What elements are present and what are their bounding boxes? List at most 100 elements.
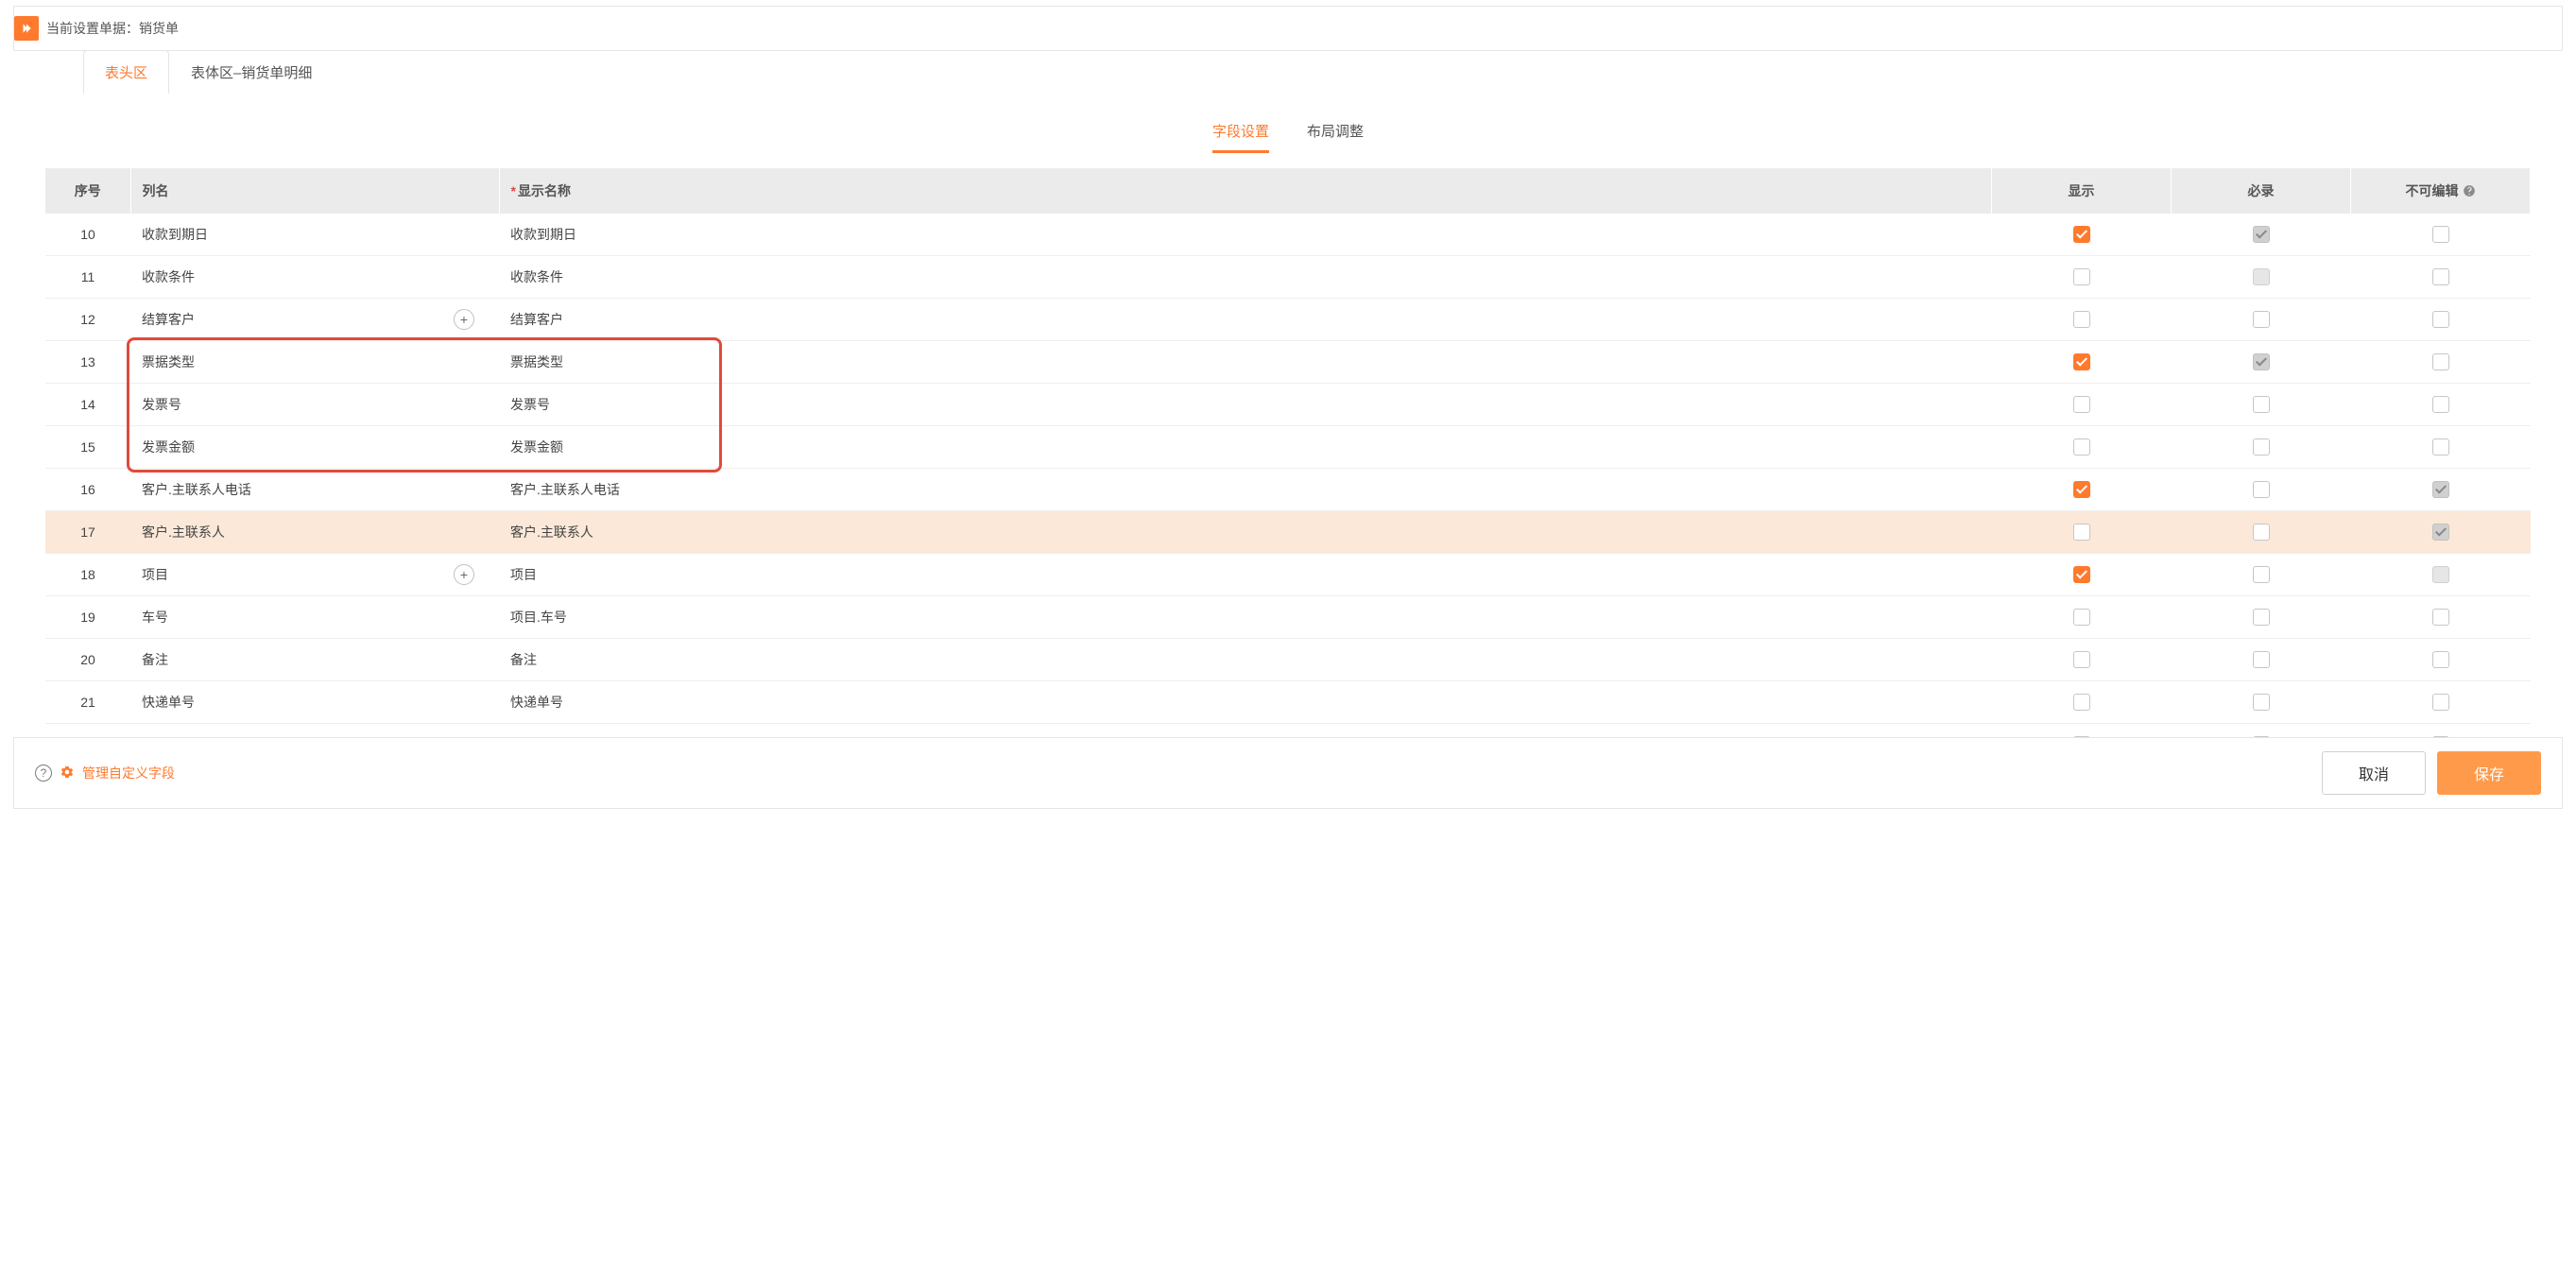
checkbox-show[interactable] xyxy=(2073,396,2090,413)
cell-seq: 16 xyxy=(45,469,130,511)
cell-display[interactable]: 发票金额 xyxy=(499,426,1992,469)
checkbox-required xyxy=(2253,226,2270,243)
checkbox-required[interactable] xyxy=(2253,438,2270,456)
cell-display[interactable]: 收款条件 xyxy=(499,256,1992,299)
cell-name: 收款条件 xyxy=(130,256,499,299)
footer-bar: ? 管理自定义字段 取消 保存 xyxy=(13,737,2563,809)
checkbox-show[interactable] xyxy=(2073,438,2090,456)
checkbox-show[interactable] xyxy=(2073,353,2090,370)
checkbox-required[interactable] xyxy=(2253,651,2270,668)
tab-body-area[interactable]: 表体区–销货单明细 xyxy=(169,50,334,94)
expand-button[interactable] xyxy=(14,16,39,41)
checkbox-show[interactable] xyxy=(2073,609,2090,626)
cell-display[interactable]: 结算客户 xyxy=(499,299,1992,341)
checkbox-show[interactable] xyxy=(2073,268,2090,285)
cell-display[interactable]: 项目 xyxy=(499,554,1992,596)
checkbox-required[interactable] xyxy=(2253,524,2270,541)
table-row[interactable]: 10收款到期日收款到期日 xyxy=(45,214,2531,256)
table-row[interactable]: 20备注备注 xyxy=(45,639,2531,681)
cell-display[interactable]: 收款到期日 xyxy=(499,214,1992,256)
checkbox-show[interactable] xyxy=(2073,311,2090,328)
cell-name: 结算客户+ xyxy=(130,299,499,341)
plus-icon[interactable]: + xyxy=(454,564,474,585)
cell-display[interactable]: 发票号 xyxy=(499,384,1992,426)
cell-name: 快递单号 xyxy=(130,681,499,724)
help-icon xyxy=(2463,184,2476,198)
checkbox-readonly[interactable] xyxy=(2432,694,2449,711)
checkbox-readonly[interactable] xyxy=(2432,226,2449,243)
cell-display[interactable]: 客户.主联系人 xyxy=(499,511,1992,554)
checkbox-readonly[interactable] xyxy=(2432,311,2449,328)
cell-seq: 15 xyxy=(45,426,130,469)
table-header-row: 序号 列名 *显示名称 显示 必录 不可编辑 xyxy=(45,168,2531,214)
checkbox-required[interactable] xyxy=(2253,481,2270,498)
checkbox-required[interactable] xyxy=(2253,609,2270,626)
checkbox-readonly[interactable] xyxy=(2432,268,2449,285)
checkbox-required[interactable] xyxy=(2253,396,2270,413)
cell-display[interactable]: 快递单号 xyxy=(499,681,1992,724)
save-button[interactable]: 保存 xyxy=(2437,751,2541,795)
cell-name: 客户.主联系人 xyxy=(130,511,499,554)
checkbox-show[interactable] xyxy=(2073,651,2090,668)
checkbox-show[interactable] xyxy=(2073,226,2090,243)
checkbox-show[interactable] xyxy=(2073,481,2090,498)
doc-title-bar: 当前设置单据：销货单 xyxy=(13,6,2563,51)
table-row[interactable]: 15发票金额发票金额 xyxy=(45,426,2531,469)
cell-display[interactable]: 备注 xyxy=(499,639,1992,681)
cell-name: 备注 xyxy=(130,639,499,681)
gear-icon xyxy=(60,765,75,782)
table-row[interactable]: 19车号项目.车号 xyxy=(45,596,2531,639)
checkbox-required xyxy=(2253,268,2270,285)
sub-tabs: 字段设置 布局调整 xyxy=(0,121,2576,153)
checkbox-readonly[interactable] xyxy=(2432,353,2449,370)
doc-label: 当前设置单据：销货单 xyxy=(46,19,179,38)
cell-seq: 19 xyxy=(45,596,130,639)
th-required: 必录 xyxy=(2172,168,2351,214)
subtab-layout-adjust[interactable]: 布局调整 xyxy=(1307,121,1364,153)
cell-name: 票据类型 xyxy=(130,341,499,384)
cell-name: 收款到期日 xyxy=(130,214,499,256)
checkbox-show[interactable] xyxy=(2073,694,2090,711)
main-tabs: 表头区 表体区–销货单明细 xyxy=(83,50,2576,94)
table-row[interactable]: 14发票号发票号 xyxy=(45,384,2531,426)
cell-seq: 17 xyxy=(45,511,130,554)
cell-display[interactable]: 客户.主联系人电话 xyxy=(499,469,1992,511)
th-seq: 序号 xyxy=(45,168,130,214)
cell-display[interactable]: 票据类型 xyxy=(499,341,1992,384)
help-circle-icon[interactable]: ? xyxy=(35,765,52,782)
table-row[interactable]: 11收款条件收款条件 xyxy=(45,256,2531,299)
cell-seq: 10 xyxy=(45,214,130,256)
cell-seq: 21 xyxy=(45,681,130,724)
checkbox-required[interactable] xyxy=(2253,694,2270,711)
checkbox-required xyxy=(2253,353,2270,370)
table-row[interactable]: 13票据类型票据类型 xyxy=(45,341,2531,384)
checkbox-readonly xyxy=(2432,566,2449,583)
cell-name: 客户.主联系人电话 xyxy=(130,469,499,511)
chevron-right-double-icon xyxy=(20,22,33,35)
cell-name: 发票金额 xyxy=(130,426,499,469)
manage-custom-fields-link[interactable]: 管理自定义字段 xyxy=(82,764,175,782)
checkbox-readonly xyxy=(2432,481,2449,498)
table-row[interactable]: 18项目+项目 xyxy=(45,554,2531,596)
checkbox-required[interactable] xyxy=(2253,311,2270,328)
table-row[interactable]: 17客户.主联系人客户.主联系人 xyxy=(45,511,2531,554)
checkbox-readonly[interactable] xyxy=(2432,609,2449,626)
checkbox-required[interactable] xyxy=(2253,566,2270,583)
checkbox-show[interactable] xyxy=(2073,566,2090,583)
checkbox-readonly[interactable] xyxy=(2432,438,2449,456)
cell-name: 车号 xyxy=(130,596,499,639)
table-row[interactable]: 21快递单号快递单号 xyxy=(45,681,2531,724)
tab-header-area[interactable]: 表头区 xyxy=(83,50,169,94)
plus-icon[interactable]: + xyxy=(454,309,474,330)
checkbox-readonly[interactable] xyxy=(2432,651,2449,668)
table-row[interactable]: 16客户.主联系人电话客户.主联系人电话 xyxy=(45,469,2531,511)
cell-name: 发票号 xyxy=(130,384,499,426)
cell-display[interactable]: 项目.车号 xyxy=(499,596,1992,639)
table-row[interactable]: 12结算客户+结算客户 xyxy=(45,299,2531,341)
subtab-field-settings[interactable]: 字段设置 xyxy=(1212,121,1269,153)
checkbox-readonly xyxy=(2432,524,2449,541)
cell-seq: 18 xyxy=(45,554,130,596)
cancel-button[interactable]: 取消 xyxy=(2322,751,2426,795)
checkbox-show[interactable] xyxy=(2073,524,2090,541)
checkbox-readonly[interactable] xyxy=(2432,396,2449,413)
